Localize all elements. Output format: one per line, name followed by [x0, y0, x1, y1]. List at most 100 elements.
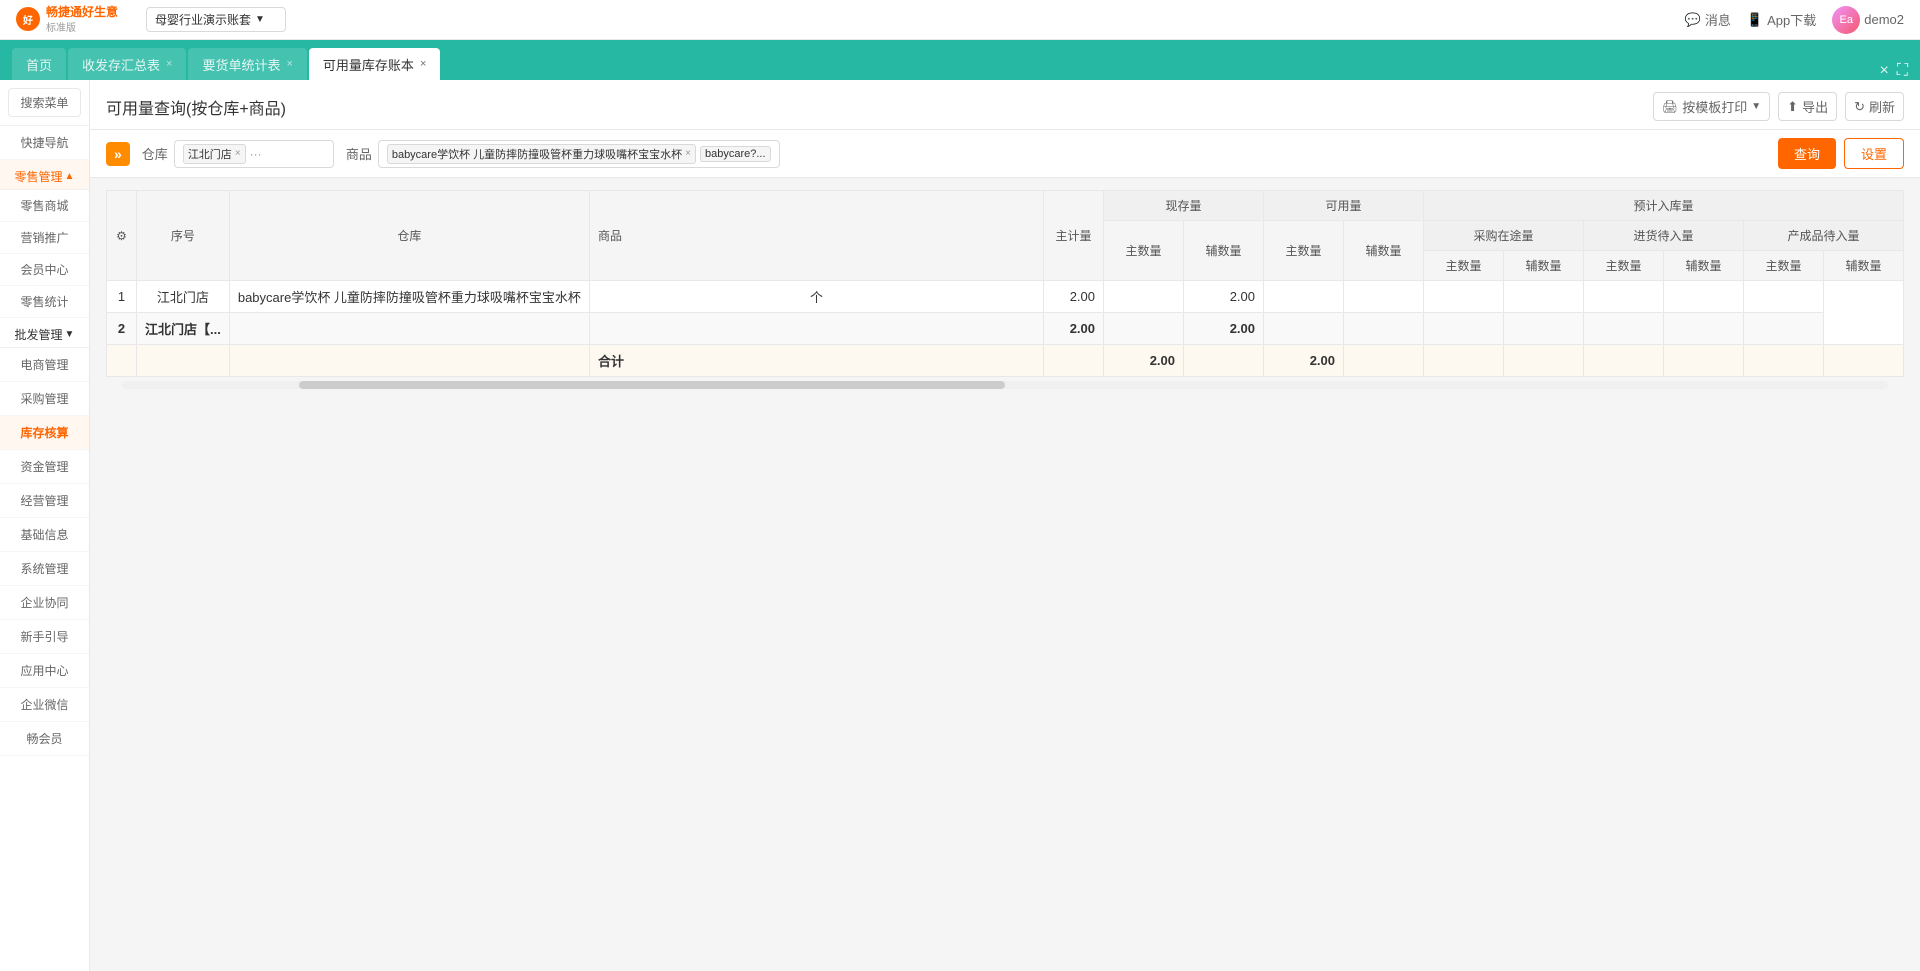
sidebar-item-basic-info[interactable]: 基础信息: [0, 518, 89, 552]
filter-expand-btn[interactable]: »: [106, 142, 130, 166]
page-actions: 🖨 按模板打印 ▼ ⬆ 导出 ↻ 刷新: [1653, 92, 1904, 121]
table-row-subtotal: 2 江北门店【... 2.00 2.00: [107, 313, 1904, 345]
logo-text: 畅捷通好生意: [46, 5, 118, 19]
row-2-pt-main: [1344, 313, 1424, 345]
industry-selector[interactable]: 母婴行业演示账套 ▼: [146, 7, 286, 32]
col-settings[interactable]: ⚙: [107, 191, 137, 281]
user-area[interactable]: Ea demo2: [1832, 6, 1904, 34]
sidebar-item-system-mgmt[interactable]: 系统管理: [0, 552, 89, 586]
tab-order-stats[interactable]: 要货单统计表 ×: [188, 48, 306, 80]
product-filter-group: 商品 babycare学饮杯 儿童防摔防撞吸管杯重力球吸嘴杯宝宝水杯 × bab…: [346, 140, 780, 168]
warehouse-filter-input[interactable]: 江北门店 × ···: [174, 140, 334, 168]
row-2-available-aux: [1264, 313, 1344, 345]
col-pt-main-header: 主数量: [1424, 251, 1504, 281]
sidebar-search-btn[interactable]: 搜索菜单: [8, 88, 81, 117]
print-template-btn[interactable]: 🖨 按模板打印 ▼: [1653, 92, 1770, 121]
tab-close-all-btn[interactable]: ×: [1879, 62, 1888, 80]
page-header: 可用量查询(按仓库+商品) 🖨 按模板打印 ▼ ⬆ 导出 ↻ 刷新: [90, 80, 1920, 130]
sidebar-item-app-center[interactable]: 应用中心: [0, 654, 89, 688]
sidebar-item-business-mgmt[interactable]: 经营管理: [0, 484, 89, 518]
row-2-pp-aux: [1584, 313, 1664, 345]
footer-current-main: 2.00: [1104, 345, 1184, 377]
product-tag-text-1: babycare?...: [705, 148, 766, 160]
row-1-warehouse: 江北门店: [137, 281, 230, 313]
col-prod-aux-header: 辅数量: [1824, 251, 1904, 281]
tab-receive-send-label: 收发存汇总表: [82, 55, 160, 74]
warehouse-filter-group: 仓库 江北门店 × ···: [142, 140, 334, 168]
sidebar-item-member-center[interactable]: 会员中心: [0, 254, 89, 286]
sidebar-item-purchase-mgmt[interactable]: 采购管理: [0, 382, 89, 416]
sidebar-item-retail-mall[interactable]: 零售商城: [0, 190, 89, 222]
warehouse-filter-label: 仓库: [142, 144, 168, 163]
sidebar-retail-mgmt-label: 零售管理: [15, 168, 63, 185]
row-2-prod-main: [1664, 313, 1744, 345]
sidebar-item-stock-check[interactable]: 库存核算: [0, 416, 89, 450]
product-tag-0-close[interactable]: ×: [685, 148, 691, 159]
col-product-header: 商品: [589, 191, 1043, 281]
tab-order-stats-close[interactable]: ×: [286, 58, 292, 70]
table-scroll-bar[interactable]: [122, 381, 1888, 389]
search-btn[interactable]: 查询: [1778, 138, 1836, 169]
sidebar-item-enterprise-wechat[interactable]: 企业微信: [0, 688, 89, 722]
tab-available-stock[interactable]: 可用量库存账本 ×: [309, 48, 440, 80]
footer-available-aux: [1344, 345, 1424, 377]
footer-pp-aux: [1664, 345, 1744, 377]
footer-available-main: 2.00: [1264, 345, 1344, 377]
sidebar-item-wholesale-mgmt[interactable]: 批发管理 ▼: [0, 318, 89, 348]
top-bar-right: 💬 消息 📱 App下载 Ea demo2: [1685, 6, 1904, 34]
gear-icon[interactable]: ⚙: [116, 229, 127, 243]
top-bar: 好 畅捷通好生意 标准版 母婴行业演示账套 ▼ 💬 消息 📱 App下载 Ea: [0, 0, 1920, 40]
product-filter-input[interactable]: babycare学饮杯 儿童防摔防撞吸管杯重力球吸嘴杯宝宝水杯 × babyca…: [378, 140, 780, 168]
table-area: ⚙ 序号 仓库 商品 主计量 现存量 可用量 预计入库量 主数量 辅数量 主数量: [90, 178, 1920, 971]
col-purchase-pending-header: 进货待入量: [1584, 221, 1744, 251]
app-download-label: App下载: [1767, 10, 1816, 29]
tab-receive-send[interactable]: 收发存汇总表 ×: [68, 48, 186, 80]
settings-btn[interactable]: 设置: [1844, 138, 1904, 169]
sidebar-item-new-guide[interactable]: 新手引导: [0, 620, 89, 654]
tab-receive-send-close[interactable]: ×: [166, 58, 172, 70]
top-bar-left: 好 畅捷通好生意 标准版 母婴行业演示账套 ▼: [16, 5, 286, 34]
sidebar-item-ecommerce-mgmt[interactable]: 电商管理: [0, 348, 89, 382]
footer-prod-main: [1744, 345, 1824, 377]
message-btn[interactable]: 💬 消息: [1685, 10, 1731, 29]
footer-pt-main: [1424, 345, 1504, 377]
sidebar-item-enterprise-collab[interactable]: 企业协同: [0, 586, 89, 620]
footer-pp-main: [1584, 345, 1664, 377]
col-available-main-header: 主数量: [1264, 221, 1344, 281]
logo-area: 好 畅捷通好生意 标准版: [16, 5, 118, 34]
row-2-current-main: 2.00: [1044, 313, 1104, 345]
export-btn[interactable]: ⬆ 导出: [1778, 92, 1837, 121]
sidebar-item-retail-stats[interactable]: 零售统计: [0, 286, 89, 318]
avatar-text: Ea: [1840, 14, 1853, 26]
app-download-btn[interactable]: 📱 App下载: [1747, 10, 1816, 29]
tab-fullscreen-btn[interactable]: ⛶: [1897, 62, 1908, 80]
col-pp-main-header: 主数量: [1584, 251, 1664, 281]
industry-selector-text: 母婴行业演示账套: [155, 11, 251, 28]
row-2-unit: [589, 313, 1043, 345]
footer-empty-1: [107, 345, 137, 377]
row-1-current-aux: [1104, 281, 1184, 313]
logo-icon: 好: [16, 7, 40, 31]
product-tag-text-0: babycare学饮杯 儿童防摔防撞吸管杯重力球吸嘴杯宝宝水杯: [392, 146, 682, 162]
sidebar-item-retail-mgmt[interactable]: 零售管理 ▲: [0, 160, 89, 190]
footer-pt-aux: [1504, 345, 1584, 377]
row-2-no: 2: [107, 313, 137, 345]
print-icon: 🖨: [1662, 99, 1679, 115]
row-1-pt-aux: [1424, 281, 1504, 313]
col-warehouse-header: 仓库: [229, 191, 589, 281]
industry-selector-area[interactable]: 母婴行业演示账套 ▼: [146, 7, 286, 32]
warehouse-filter-more[interactable]: ···: [250, 147, 262, 161]
filter-actions: 查询 设置: [1778, 138, 1904, 169]
tab-order-stats-label: 要货单统计表: [202, 55, 280, 74]
sidebar-item-marketing[interactable]: 营销推广: [0, 222, 89, 254]
warehouse-tag-close[interactable]: ×: [235, 148, 241, 159]
table-scroll-thumb[interactable]: [299, 381, 1005, 389]
sidebar-item-quick-nav[interactable]: 快捷导航: [0, 126, 89, 160]
col-pt-aux-header: 辅数量: [1504, 251, 1584, 281]
tab-home[interactable]: 首页: [12, 48, 66, 80]
tab-available-stock-close[interactable]: ×: [420, 58, 426, 70]
sidebar-item-finance-mgmt[interactable]: 资金管理: [0, 450, 89, 484]
refresh-btn[interactable]: ↻ 刷新: [1845, 92, 1904, 121]
refresh-icon: ↻: [1854, 99, 1865, 115]
sidebar-item-member[interactable]: 畅会员: [0, 722, 89, 756]
